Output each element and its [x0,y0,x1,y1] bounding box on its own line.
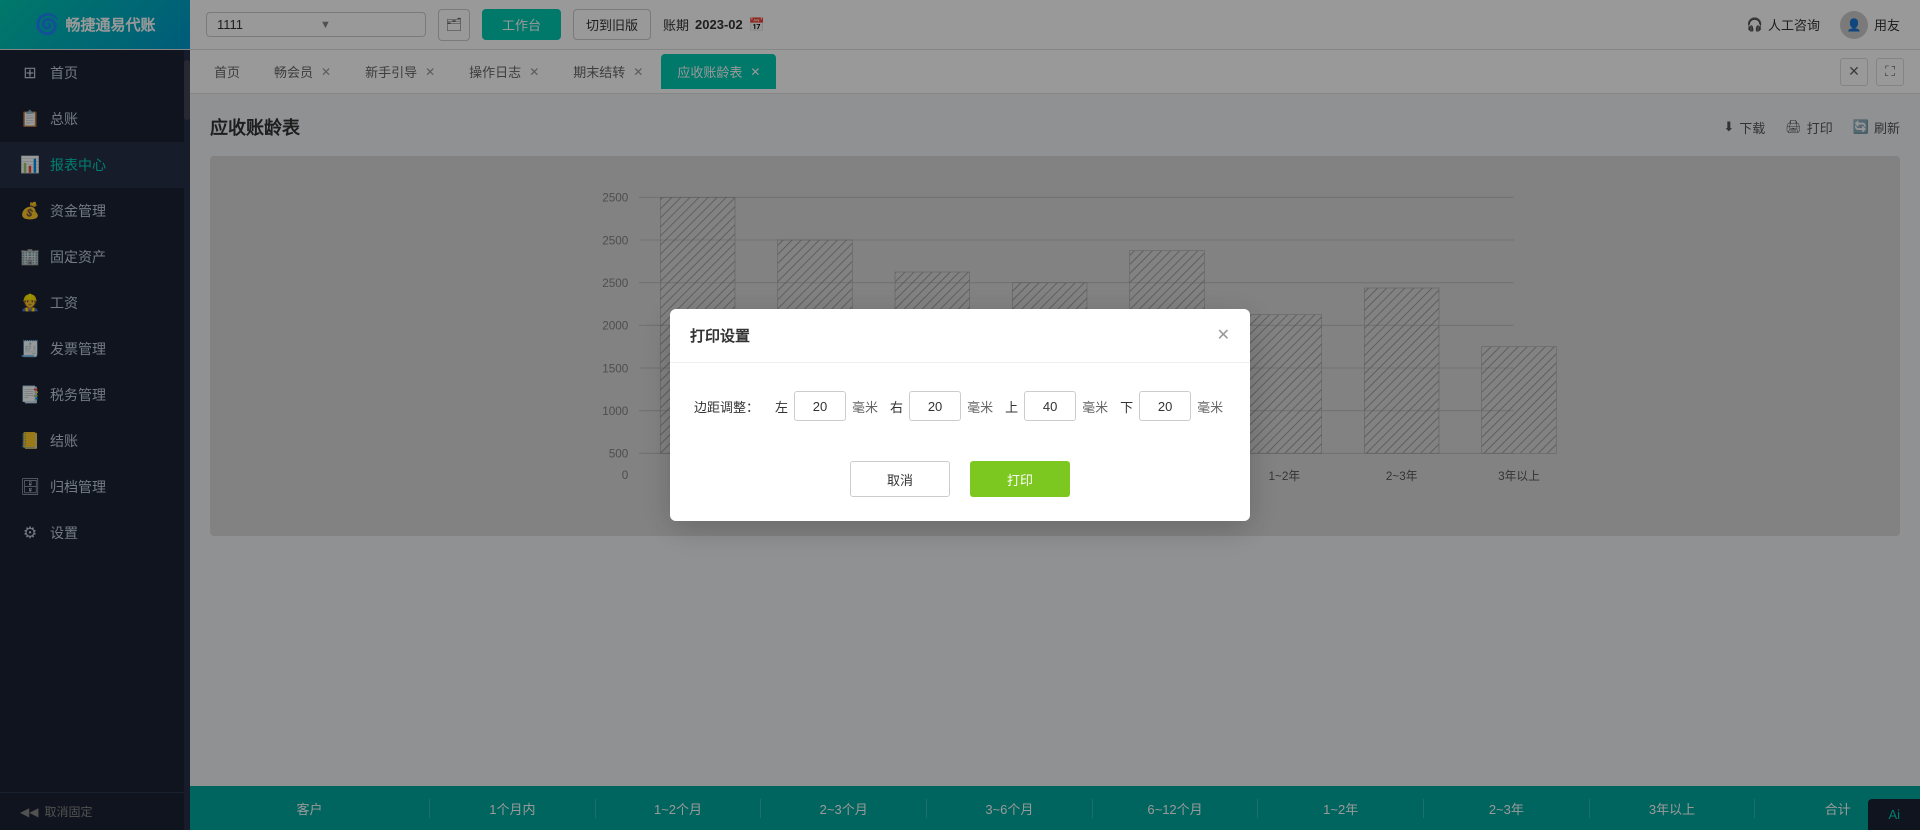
modal-footer: 取消 打印 [670,445,1250,521]
margin-bottom-label: 下 [1120,397,1133,416]
margin-top-unit: 毫米 [1082,397,1108,416]
margin-top-label: 上 [1005,397,1018,416]
margin-right-unit: 毫米 [967,397,993,416]
margin-top-group: 上 毫米 [1005,391,1108,421]
margin-right-label: 右 [890,397,903,416]
margin-left-label: 左 [775,397,788,416]
margin-left-group: 左 毫米 [775,391,878,421]
margin-left-input[interactable] [794,391,846,421]
cancel-button[interactable]: 取消 [850,461,950,497]
modal-title: 打印设置 [690,325,750,346]
margin-bottom-group: 下 毫米 [1120,391,1223,421]
modal-close-button[interactable]: ✕ [1217,328,1230,344]
confirm-print-button[interactable]: 打印 [970,461,1070,497]
margin-left-unit: 毫米 [852,397,878,416]
margin-right-input[interactable] [909,391,961,421]
modal-overlay[interactable]: 打印设置 ✕ 边距调整： 左 毫米 右 毫米 上 毫米 [0,0,1920,830]
modal-body: 边距调整： 左 毫米 右 毫米 上 毫米 下 [670,363,1250,445]
print-settings-modal: 打印设置 ✕ 边距调整： 左 毫米 右 毫米 上 毫米 [670,309,1250,521]
margin-label: 边距调整： [694,397,759,416]
modal-header: 打印设置 ✕ [670,309,1250,363]
margin-bottom-input[interactable] [1139,391,1191,421]
margin-right-group: 右 毫米 [890,391,993,421]
margin-bottom-unit: 毫米 [1197,397,1223,416]
margin-row: 边距调整： 左 毫米 右 毫米 上 毫米 下 [694,391,1226,421]
margin-top-input[interactable] [1024,391,1076,421]
